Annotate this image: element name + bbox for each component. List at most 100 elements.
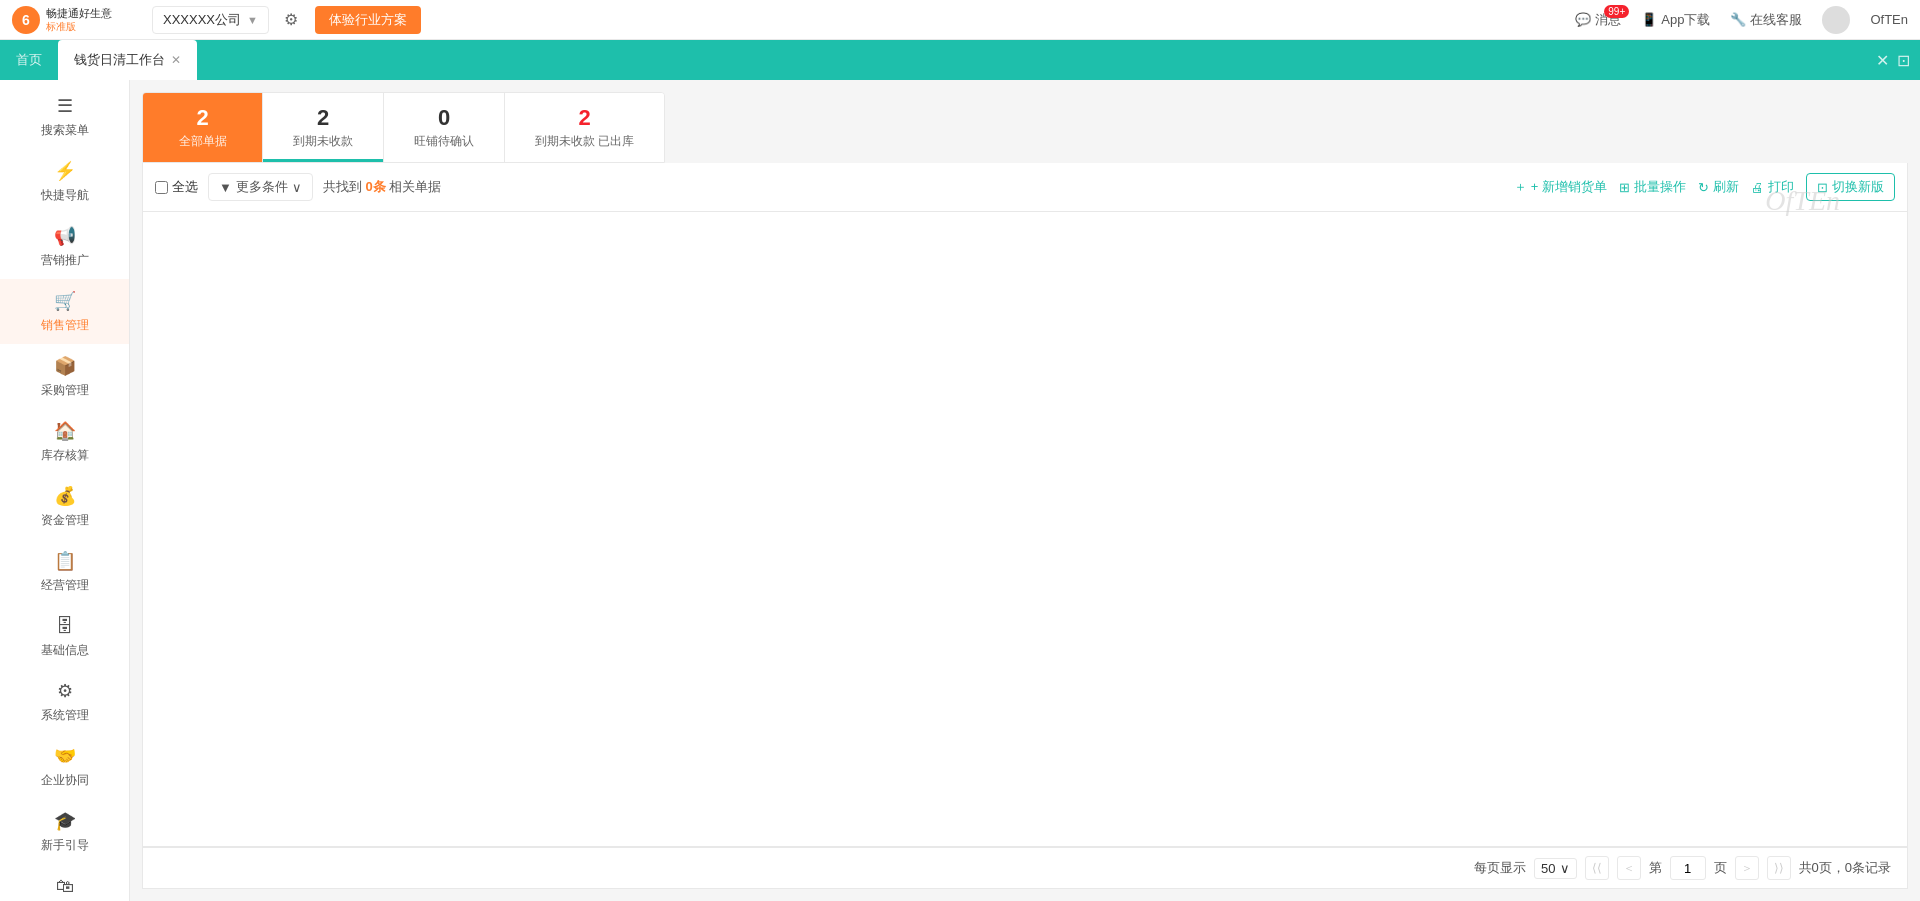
sidebar-item-newbie[interactable]: 🎓 新手引导	[0, 799, 129, 864]
message-badge: 99+	[1604, 5, 1629, 18]
sidebar-item-operations[interactable]: 📋 经营管理	[0, 539, 129, 604]
per-page-select[interactable]: 50 ∨	[1534, 858, 1576, 879]
page-label: 第	[1649, 859, 1662, 877]
stat-num-wangpu: 0	[414, 105, 474, 131]
select-all-checkbox[interactable]: 全选	[155, 178, 198, 196]
next-page-button[interactable]: ＞	[1735, 856, 1759, 880]
tab-workspace[interactable]: 钱货日清工作台 ✕	[58, 40, 197, 80]
sidebar-item-quicknav[interactable]: ⚡ 快捷导航	[0, 149, 129, 214]
quicknav-icon: ⚡	[53, 159, 77, 183]
finance-icon: 💰	[53, 484, 77, 508]
page-suffix: 页	[1714, 859, 1727, 877]
prev-page-button[interactable]: ＜	[1617, 856, 1641, 880]
sidebar-item-enterprise[interactable]: 🤝 企业协同	[0, 734, 129, 799]
stat-label-overdue: 到期未收款	[293, 133, 353, 150]
table-area	[142, 212, 1908, 847]
tab-home-label: 首页	[16, 51, 42, 69]
top-header: 6 畅捷通好生意 标准版 XXXXXX公司 ▼ ⚙ 体验行业方案 💬 消息 99…	[0, 0, 1920, 40]
sidebar-item-base-info[interactable]: 🗄 基础信息	[0, 604, 129, 669]
download-icon: 📱	[1641, 12, 1657, 27]
app-name: 畅捷通好生意	[46, 6, 112, 20]
tab-expand-icon[interactable]: ⊡	[1897, 51, 1910, 70]
marketing-icon: 📢	[53, 224, 77, 248]
tab-home[interactable]: 首页	[0, 40, 58, 80]
refresh-button[interactable]: ↻ 刷新	[1698, 178, 1739, 196]
filter-button[interactable]: ▼ 更多条件 ∨	[208, 173, 313, 201]
stat-tab-overdue-out[interactable]: 2 到期未收款 已出库	[505, 93, 664, 162]
print-label: 打印	[1768, 178, 1794, 196]
stats-tabs: 2 全部单据 2 到期未收款 0 旺铺待确认 2 到期未收款 已出库	[142, 92, 665, 163]
sidebar-marketing-label: 营销推广	[41, 252, 89, 269]
avatar[interactable]	[1822, 6, 1850, 34]
filter-arrow-icon: ∨	[292, 180, 302, 195]
stat-tab-wangpu[interactable]: 0 旺铺待确认	[384, 93, 505, 162]
operations-icon: 📋	[53, 549, 77, 573]
per-page-label: 每页显示	[1474, 859, 1526, 877]
system-icon: ⚙	[53, 679, 77, 703]
tab-bar: 首页 钱货日清工作台 ✕ ✕ ⊡	[0, 40, 1920, 80]
switch-new-version-button[interactable]: ⊡ 切换新版	[1806, 173, 1895, 201]
company-selector[interactable]: XXXXXX公司 ▼	[152, 6, 269, 34]
sidebar-item-marketing[interactable]: 📢 营销推广	[0, 214, 129, 279]
stats-tabs-container: 2 全部单据 2 到期未收款 0 旺铺待确认 2 到期未收款 已出库	[142, 92, 1908, 163]
online-service-label: 在线客服	[1750, 11, 1802, 29]
toolbar: 全选 ▼ 更多条件 ∨ 共找到 0条 相关单据 ＋ + 新增销货单	[142, 163, 1908, 212]
last-page-button[interactable]: ⟩⟩	[1767, 856, 1791, 880]
sidebar-operations-label: 经营管理	[41, 577, 89, 594]
add-sales-order-button[interactable]: ＋ + 新增销货单	[1514, 178, 1607, 196]
tab-close-icon[interactable]: ✕	[171, 53, 181, 67]
result-text: 共找到 0条 相关单据	[323, 178, 441, 196]
select-all-input[interactable]	[155, 181, 168, 194]
company-dropdown-icon: ▼	[247, 14, 258, 26]
batch-operations-button[interactable]: ⊞ 批量操作	[1619, 178, 1686, 196]
sidebar-system-label: 系统管理	[41, 707, 89, 724]
message-item[interactable]: 💬 消息 99+	[1575, 11, 1621, 29]
sidebar-inventory-label: 库存核算	[41, 447, 89, 464]
tab-minimize-icon[interactable]: ✕	[1876, 51, 1889, 70]
stat-label-wangpu: 旺铺待确认	[414, 133, 474, 150]
sidebar-item-search[interactable]: ☰ 搜索菜单	[0, 84, 129, 149]
sidebar-item-system[interactable]: ⚙ 系统管理	[0, 669, 129, 734]
stat-tab-all[interactable]: 2 全部单据	[143, 93, 263, 162]
service-icon: 🔧	[1730, 12, 1746, 27]
settings-button[interactable]: ⚙	[277, 6, 305, 34]
content-area: 2 全部单据 2 到期未收款 0 旺铺待确认 2 到期未收款 已出库	[130, 80, 1920, 901]
print-icon: 🖨	[1751, 180, 1764, 195]
stat-tab-overdue[interactable]: 2 到期未收款	[263, 93, 384, 162]
sidebar-item-purchase[interactable]: 📦 采购管理	[0, 344, 129, 409]
sales-icon: 🛒	[53, 289, 77, 313]
online-service-item[interactable]: 🔧 在线客服	[1730, 11, 1802, 29]
main-layout: ☰ 搜索菜单 ⚡ 快捷导航 📢 营销推广 🛒 销售管理 📦 采购管理 🏠 库存核…	[0, 80, 1920, 901]
per-page-value: 50	[1541, 861, 1555, 876]
page-number-input[interactable]	[1670, 856, 1706, 880]
print-button[interactable]: 🖨 打印	[1751, 178, 1794, 196]
pagination-bar: 每页显示 50 ∨ ⟨⟨ ＜ 第 页 ＞ ⟩⟩ 共0页，0条记录	[142, 847, 1908, 889]
sidebar-quicknav-label: 快捷导航	[41, 187, 89, 204]
sidebar-newbie-label: 新手引导	[41, 837, 89, 854]
gear-icon: ⚙	[284, 10, 298, 29]
first-page-button[interactable]: ⟨⟨	[1585, 856, 1609, 880]
logo-area: 6 畅捷通好生意 标准版	[12, 6, 142, 34]
avatar-name[interactable]: OfTEn	[1870, 12, 1908, 27]
tab-bar-right: ✕ ⊡	[1876, 51, 1920, 70]
toolbar-right: ＋ + 新增销货单 ⊞ 批量操作 ↻ 刷新 🖨 打印	[1514, 173, 1895, 201]
app-center-icon: 🛍	[53, 874, 77, 898]
batch-icon: ⊞	[1619, 180, 1630, 195]
sidebar-sales-label: 销售管理	[41, 317, 89, 334]
add-icon: ＋	[1514, 178, 1527, 196]
app-logo-icon: 6	[12, 6, 40, 34]
sidebar-item-app-center[interactable]: 🛍 应用中心	[0, 864, 129, 901]
sidebar-item-sales[interactable]: 🛒 销售管理	[0, 279, 129, 344]
purchase-icon: 📦	[53, 354, 77, 378]
sidebar-enterprise-label: 企业协同	[41, 772, 89, 789]
app-download-item[interactable]: 📱 App下载	[1641, 11, 1710, 29]
trial-button[interactable]: 体验行业方案	[315, 6, 421, 34]
sidebar-item-inventory[interactable]: 🏠 库存核算	[0, 409, 129, 474]
app-badge: 标准版	[46, 20, 112, 33]
batch-label: 批量操作	[1634, 178, 1686, 196]
total-label: 共0页，0条记录	[1799, 859, 1891, 877]
newbie-icon: 🎓	[53, 809, 77, 833]
tab-workspace-label: 钱货日清工作台	[74, 51, 165, 69]
switch-icon: ⊡	[1817, 180, 1828, 195]
sidebar-item-finance[interactable]: 💰 资金管理	[0, 474, 129, 539]
